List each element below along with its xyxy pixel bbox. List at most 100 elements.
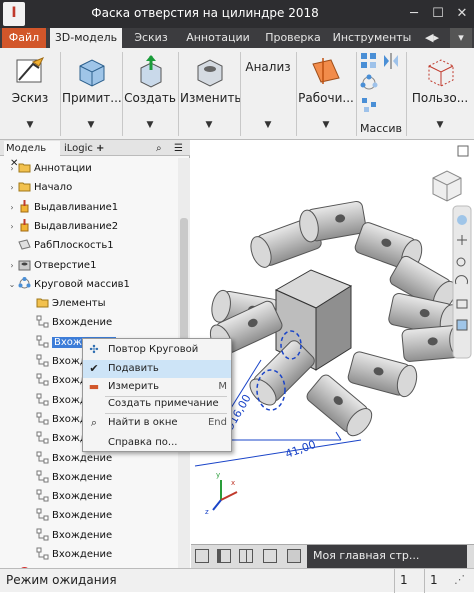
tab-sketch[interactable]: Эскиз	[128, 28, 174, 48]
sketch-dropdown-icon[interactable]: ▼	[2, 120, 58, 130]
tree-node-label: Вхождение	[52, 317, 113, 329]
document-tab[interactable]: Моя главная стр...	[307, 545, 467, 568]
graphics-viewport[interactable]: Ø16,00 41,00 x y z	[191, 140, 474, 544]
user-dropdown-icon[interactable]: ▼	[408, 120, 472, 130]
tree-node[interactable]: › Выдавливание1	[6, 199, 118, 217]
tab-3d-model[interactable]: 3D-модель	[50, 28, 122, 48]
tree-node[interactable]: Вхождение	[24, 488, 112, 506]
expand-chevron-icon[interactable]: ›	[6, 218, 18, 236]
tab-overflow-button[interactable]: ◀▸	[418, 28, 446, 48]
analysis-button[interactable]: Анализ ▼	[242, 48, 294, 140]
arrange-icon[interactable]	[239, 549, 253, 563]
tree-node[interactable]: › Аннотации	[6, 160, 91, 178]
tab-inspect[interactable]: Проверка	[262, 28, 324, 48]
tree-node[interactable]: › Отверстие1	[6, 257, 96, 275]
pattern-icon: ✣	[89, 343, 99, 356]
tree-node[interactable]: Вхождение	[24, 469, 112, 487]
tree-node-label: Вхождение	[52, 471, 113, 483]
occurrence-icon	[36, 335, 49, 348]
tab-tools[interactable]: Инструменты	[330, 28, 414, 48]
expand-chevron-icon[interactable]: ›	[6, 257, 18, 275]
modify-dropdown-icon[interactable]: ▼	[180, 120, 238, 130]
maximize-button[interactable]: ☐	[428, 4, 448, 24]
extrude-icon	[18, 218, 31, 232]
axis-y-label: y	[216, 471, 220, 479]
primitives-dropdown-icon[interactable]: ▼	[62, 120, 120, 130]
sketch-pattern-icon[interactable]	[360, 96, 378, 114]
user-commands-button[interactable]: Пользо... ▼	[408, 48, 472, 140]
close-button[interactable]: ✕	[452, 4, 472, 24]
minimize-button[interactable]: ─	[404, 4, 424, 24]
tab-model[interactable]: Модель ✕	[4, 141, 60, 169]
tree-node[interactable]: РабПлоскость1	[6, 237, 114, 255]
tree-node[interactable]: › Выдавливание2	[6, 218, 118, 236]
work-features-label: Рабочи...	[298, 91, 354, 105]
create-button[interactable]: Создать ▼	[124, 48, 176, 140]
ribbon-separator	[296, 52, 297, 136]
viewcube-icon[interactable]	[432, 170, 462, 202]
maximize-viewport-icon[interactable]	[457, 145, 469, 157]
tab-file[interactable]: Файл	[2, 28, 46, 48]
tab-annotations[interactable]: Аннотации	[180, 28, 256, 48]
search-icon[interactable]: ⌕	[156, 141, 168, 156]
context-menu-label: Создать примечание	[108, 398, 219, 409]
work-features-button[interactable]: Рабочи... ▼	[298, 48, 354, 140]
expand-chevron-icon[interactable]: ›	[6, 199, 18, 217]
tree-node-label: Вхождение	[52, 452, 113, 464]
tree-node[interactable]: Вхождение	[24, 450, 112, 468]
create-extrude-icon	[140, 55, 162, 88]
ribbon: Эскиз ▼ Примит... ▼ Создать ▼ Изменить ▼…	[0, 48, 474, 140]
tree-node[interactable]: Вхождение	[24, 314, 112, 332]
view-face-icon[interactable]	[456, 319, 468, 331]
cascade-icon[interactable]	[217, 549, 231, 563]
modify-button[interactable]: Изменить ▼	[180, 48, 242, 140]
add-tab-icon[interactable]: +	[96, 141, 108, 156]
tree-node[interactable]: Вхождение	[24, 507, 112, 525]
length-dimension[interactable]: 41,00	[284, 438, 318, 461]
circular-pattern-icon[interactable]	[360, 74, 378, 92]
tree-node[interactable]: Вхождение	[24, 527, 112, 545]
navigation-bar[interactable]	[452, 205, 472, 359]
context-menu-shortcut: M	[218, 381, 227, 392]
occurrence-icon	[36, 508, 49, 521]
occurrence-icon	[36, 373, 49, 386]
tab-options-icon[interactable]: ▾	[450, 28, 472, 48]
rectangular-pattern-icon[interactable]	[360, 52, 378, 70]
app-logo-icon[interactable]: I	[3, 2, 25, 26]
context-menu-item[interactable]: Создать примечание	[83, 395, 231, 413]
context-menu-item[interactable]: ⌕ Найти в окне End	[83, 414, 231, 432]
tree-node[interactable]: › Начало	[6, 179, 72, 197]
folder-icon	[36, 296, 49, 309]
primitives-button[interactable]: Примит... ▼	[62, 48, 122, 140]
create-dropdown-icon[interactable]: ▼	[124, 120, 176, 130]
tab-ilogic[interactable]: iLogic	[64, 141, 94, 156]
steering-wheel-icon[interactable]	[457, 215, 467, 225]
context-menu-label: Измерить	[108, 381, 160, 392]
expand-chevron-icon[interactable]: ›	[6, 160, 18, 178]
context-menu-item[interactable]: Справка по...	[83, 434, 231, 452]
browser-menu-icon[interactable]: ☰	[174, 141, 186, 156]
work-dropdown-icon[interactable]: ▼	[298, 120, 354, 130]
tree-node[interactable]: ⌄ Круговой массив1	[6, 276, 130, 294]
analysis-dropdown-icon[interactable]: ▼	[242, 120, 294, 130]
check-icon: ✔	[89, 362, 99, 375]
resize-grip-icon[interactable]: ⋰	[454, 573, 465, 586]
tree-node[interactable]: Вхождение	[24, 546, 112, 564]
part-3d-view[interactable]: Ø16,00 41,00 x y z	[191, 140, 474, 544]
tile-windows-icon[interactable]	[195, 549, 209, 563]
context-menu-item[interactable]: ✔ Подавить	[83, 360, 231, 378]
window-list-icon[interactable]	[287, 549, 301, 563]
expand-chevron-icon[interactable]: ⌄	[6, 276, 18, 294]
mirror-icon[interactable]	[382, 52, 400, 70]
pattern-group-label: Массив	[360, 122, 402, 135]
tab-model-label: Модель	[6, 143, 47, 154]
window-icon[interactable]	[263, 549, 277, 563]
occurrence-icon	[36, 315, 49, 328]
sketch-button[interactable]: Эскиз ▼	[2, 48, 58, 140]
box-primitive-icon	[79, 59, 105, 87]
expand-chevron-icon[interactable]: ›	[6, 179, 18, 197]
tree-node[interactable]: Элементы	[24, 295, 105, 313]
context-menu-item[interactable]: ▬ Измерить M	[83, 378, 231, 396]
sketch-icon	[16, 57, 45, 83]
context-menu-item[interactable]: ✣Повтор Круговой массив	[83, 341, 231, 373]
